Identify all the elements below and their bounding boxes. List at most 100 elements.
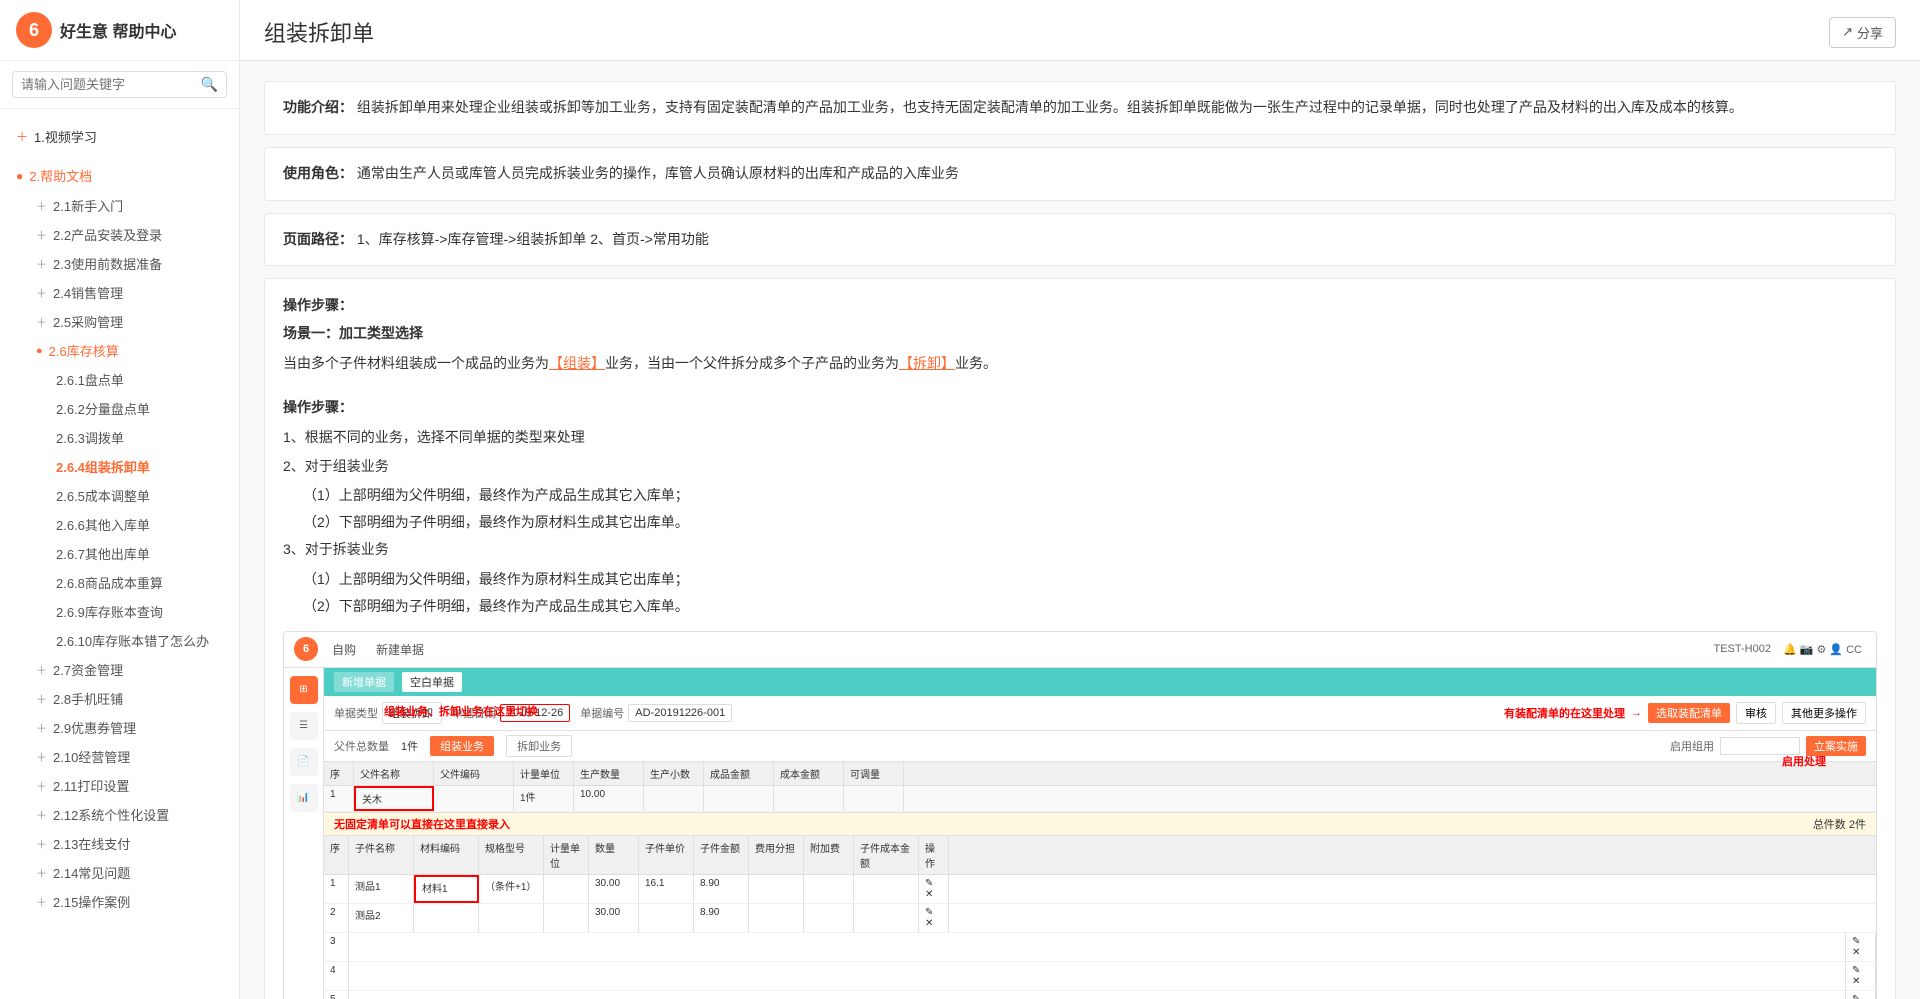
- sidebar-item-2.6.2[interactable]: 2.6.2分量盘点单: [40, 394, 239, 423]
- app-id: TEST-H002: [1713, 643, 1770, 655]
- sidebar-item-2.6.1[interactable]: 2.6.1盘点单: [40, 365, 239, 394]
- sidebar-item-online[interactable]: ＋ 2.13在线支付: [20, 829, 239, 858]
- search-input[interactable]: [21, 77, 201, 92]
- ctd-code-1: 材料1: [414, 875, 479, 903]
- form-tab-new[interactable]: 新增单据: [334, 672, 394, 692]
- cth-extra: 附加费: [804, 836, 854, 874]
- scene1-title: 场景一：加工类型选择: [283, 323, 1877, 343]
- sidebar-item-warehouse-label: 2.6库存核算: [49, 341, 119, 360]
- ctd-unit-2: [544, 904, 589, 932]
- intro-card: 功能介绍： 组装拆卸单用来处理企业组装或拆卸等加工业务，支持有固定装配清单的产品…: [264, 81, 1896, 135]
- review-button[interactable]: 审核: [1736, 702, 1776, 724]
- sidebar-item-sysconfig[interactable]: ＋ 2.12系统个性化设置: [20, 800, 239, 829]
- cth-seq: 序: [324, 836, 349, 874]
- sidebar-item-faq[interactable]: ＋ 2.14常见问题: [20, 858, 239, 887]
- ctd-qty-2: 30.00: [589, 904, 639, 932]
- sidebar-item-2.6.10[interactable]: 2.6.10库存账本错了怎么办: [40, 626, 239, 655]
- assembly-type-btn[interactable]: 组装业务: [430, 736, 494, 756]
- plus-icon-sysconfig: ＋: [36, 807, 47, 823]
- disassembly-type-btn[interactable]: 拆卸业务: [506, 735, 572, 757]
- ctd-extra-1: [804, 875, 854, 903]
- sidebar-item-newbie[interactable]: ＋ 2.1新手入门: [20, 191, 239, 220]
- sidebar-item-faq-label: 2.14常见问题: [53, 863, 130, 882]
- ctd-ops-1[interactable]: ✎ ✕: [919, 875, 949, 903]
- form-tab-blank[interactable]: 空白单据: [402, 672, 462, 692]
- assembly-link[interactable]: 【组装】: [549, 355, 605, 371]
- app-logo-text: 好生意 帮助中心: [60, 18, 176, 42]
- th-cost-amt: 成本金额: [774, 762, 844, 785]
- plus-icon-mobile: ＋: [36, 691, 47, 707]
- app-sidebar-chart[interactable]: 📊: [290, 784, 318, 812]
- step3-substeps: （1）上部明细为父件明细，最终作为原材料生成其它出库单； （2）下部明细为子件明…: [283, 567, 1877, 619]
- sidebar-item-print[interactable]: ＋ 2.11打印设置: [20, 771, 239, 800]
- search-box[interactable]: 🔍: [12, 71, 227, 98]
- app-logo-sim: 6: [294, 637, 318, 661]
- th-seq: 序: [324, 762, 354, 785]
- intro-label: 功能介绍：: [283, 99, 353, 115]
- cth-expense: 费用分担: [749, 836, 804, 874]
- steps-section: 操作步骤： 场景一：加工类型选择 当由多个子件材料组装成一个成品的业务为【组装】…: [264, 278, 1896, 999]
- sidebar-item-2.6.9[interactable]: 2.6.9库存账本查询: [40, 597, 239, 626]
- ctd-amt-1: 8.90: [694, 875, 749, 903]
- app-header: 6 自购 新建单据 TEST-H002 🔔 📷 ⚙ 👤 CC: [284, 632, 1876, 668]
- ctd-seq-3: 3: [324, 933, 349, 961]
- sidebar-item-2.6.4[interactable]: 2.6.4组装拆卸单: [40, 452, 239, 481]
- cth-cost: 子件成本金额: [854, 836, 919, 874]
- th-unit: 计量单位: [514, 762, 574, 785]
- sidebar-item-video-label: 1.视频学习: [34, 127, 97, 146]
- more-ops-button[interactable]: 其他更多操作: [1782, 702, 1866, 724]
- app-menu-item-new[interactable]: 新建单据: [370, 641, 430, 658]
- sidebar-item-prepare[interactable]: ＋ 2.3使用前数据准备: [20, 249, 239, 278]
- app-main-content: 新增单据 空白单据 单据类型 组装拆卸 单据日期: [324, 668, 1876, 999]
- form-value-order: AD-20191226-001: [628, 704, 732, 722]
- sidebar-item-2.6.7[interactable]: 2.6.7其他出库单: [40, 539, 239, 568]
- bom-arrow: →: [1631, 707, 1642, 719]
- sidebar-item-2.6.6[interactable]: 2.6.6其他入库单: [40, 510, 239, 539]
- th-avail-qty: 可调量: [844, 762, 904, 785]
- sidebar-item-newbie-label: 2.1新手入门: [53, 196, 123, 215]
- sidebar-item-sales[interactable]: ＋ 2.4销售管理: [20, 278, 239, 307]
- app-menu-item-self[interactable]: 自购: [326, 641, 362, 658]
- sidebar-item-cases[interactable]: ＋ 2.15操作案例: [20, 887, 239, 916]
- app-logo-icon: 6: [16, 12, 52, 48]
- search-icon[interactable]: 🔍: [201, 76, 218, 93]
- ctd-name-1: 测品1: [349, 875, 414, 903]
- sidebar-item-coupon[interactable]: ＋ 2.9优惠券管理: [20, 713, 239, 742]
- ctd-ops-4[interactable]: ✎ ✕: [1846, 962, 1876, 990]
- sidebar-item-install[interactable]: ＋ 2.2产品安装及登录: [20, 220, 239, 249]
- app-sidebar-doc[interactable]: 📄: [290, 748, 318, 776]
- sidebar-item-help[interactable]: ● 2.帮助文档: [0, 160, 239, 191]
- ctd-ops-3[interactable]: ✎ ✕: [1846, 933, 1876, 961]
- plus-icon-purchase: ＋: [36, 314, 47, 330]
- sidebar-item-mobile[interactable]: ＋ 2.8手机旺铺: [20, 684, 239, 713]
- annotation-apply: 启用处理: [1782, 753, 1826, 769]
- plus-icon-online: ＋: [36, 836, 47, 852]
- sidebar-item-warehouse[interactable]: ● 2.6库存核算: [20, 336, 239, 365]
- minus-icon-warehouse: ●: [36, 345, 43, 357]
- ops-title: 操作步骤：: [283, 295, 1877, 315]
- plus-icon: ＋: [16, 128, 28, 145]
- select-bom-button[interactable]: 选取装配清单: [1648, 703, 1730, 723]
- share-button[interactable]: ↗ 分享: [1829, 17, 1896, 48]
- sidebar-item-video[interactable]: ＋ 1.视频学习: [0, 121, 239, 152]
- app-sidebar-list[interactable]: ☰: [290, 712, 318, 740]
- sidebar-item-2.6.5[interactable]: 2.6.5成本调整单: [40, 481, 239, 510]
- td-cost-amt-1: [774, 786, 844, 811]
- ctd-ops-5[interactable]: ✎ ✕: [1846, 991, 1876, 999]
- disassembly-link[interactable]: 【拆卸】: [899, 355, 955, 371]
- search-area: 🔍: [0, 61, 239, 109]
- sidebar-item-2.6.3[interactable]: 2.6.3调拨单: [40, 423, 239, 452]
- screenshot-container: 6 自购 新建单据 TEST-H002 🔔 📷 ⚙ 👤 CC ⊞ ☰: [283, 631, 1877, 999]
- sidebar-item-cases-label: 2.15操作案例: [53, 892, 130, 911]
- sidebar-item-finance[interactable]: ＋ 2.7资金管理: [20, 655, 239, 684]
- form-topbar: 新增单据 空白单据: [324, 668, 1876, 696]
- nav-section-video: ＋ 1.视频学习: [0, 117, 239, 156]
- step2-sub1: （1）上部明细为父件明细，最终作为产成品生成其它入库单；: [303, 483, 1877, 508]
- ctd-ops-2[interactable]: ✎ ✕: [919, 904, 949, 932]
- td-prod-dec-1: [644, 786, 704, 811]
- app-sidebar-home[interactable]: ⊞: [290, 676, 318, 704]
- form-field-order: 单据编号 AD-20191226-001: [580, 704, 732, 722]
- sidebar-item-purchase[interactable]: ＋ 2.5采购管理: [20, 307, 239, 336]
- sidebar-item-2.6.8[interactable]: 2.6.8商品成本重算: [40, 568, 239, 597]
- sidebar-item-ops[interactable]: ＋ 2.10经营管理: [20, 742, 239, 771]
